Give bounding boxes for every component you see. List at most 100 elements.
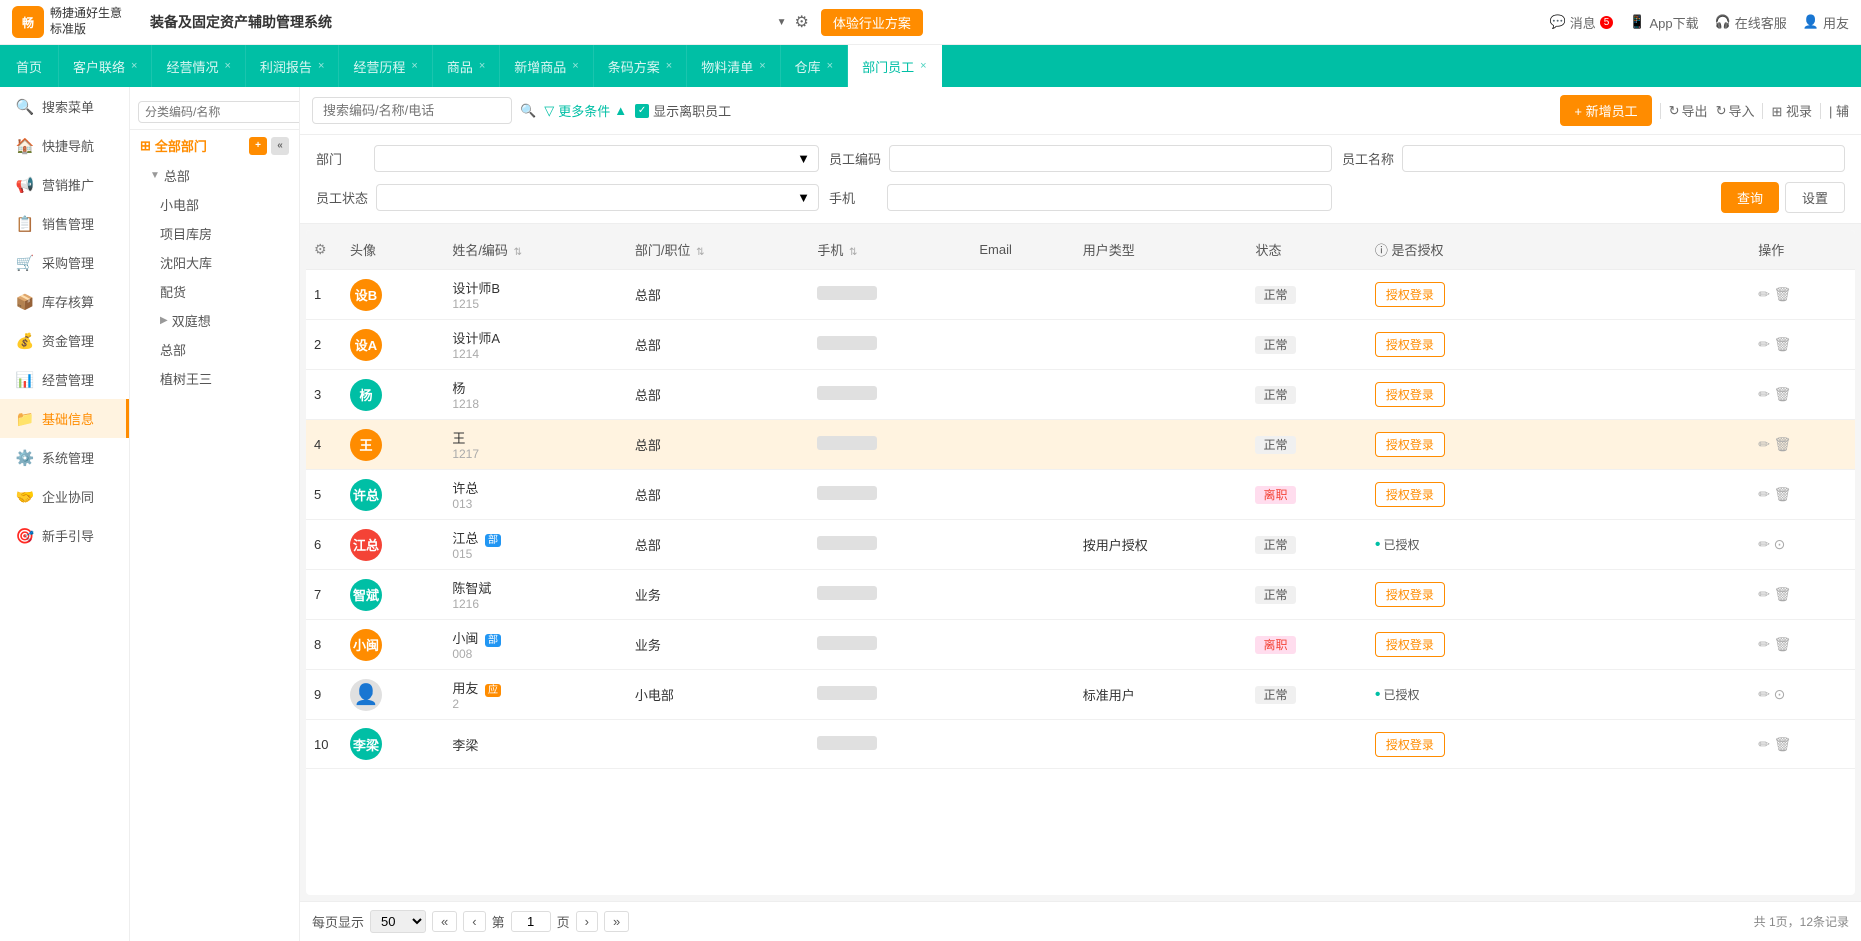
sidebar-item-finance[interactable]: 💰 资金管理: [0, 321, 129, 360]
edit-button[interactable]: ✏: [1758, 636, 1770, 653]
edit-button[interactable]: ✏: [1758, 286, 1770, 303]
phone-input[interactable]: [887, 184, 1332, 211]
message-action[interactable]: 💬 消息 5: [1550, 13, 1614, 32]
sidebar-item-purchase[interactable]: 🛒 采购管理: [0, 243, 129, 282]
tab-goods[interactable]: 商品 ×: [433, 45, 500, 87]
user-action[interactable]: 👤 用友: [1803, 13, 1849, 32]
emp-name-input[interactable]: [1402, 145, 1845, 172]
tab-business[interactable]: 经营情况 ×: [152, 45, 245, 87]
auth-button[interactable]: 授权登录: [1375, 432, 1445, 457]
close-icon[interactable]: ×: [572, 60, 578, 72]
emp-code-input[interactable]: [889, 145, 1332, 172]
add-employee-button[interactable]: + 新增员工: [1560, 95, 1651, 126]
sidebar-item-marketing[interactable]: 📢 营销推广: [0, 165, 129, 204]
tab-process[interactable]: 经营历程 ×: [339, 45, 432, 87]
dept-node-peihuo[interactable]: 配货: [130, 277, 299, 306]
delete-button[interactable]: 🗑: [1774, 736, 1792, 753]
last-page-button[interactable]: »: [604, 911, 629, 932]
search-button[interactable]: 🔍: [520, 103, 536, 119]
close-icon[interactable]: ×: [827, 60, 833, 72]
tab-profit[interactable]: 利润报告 ×: [246, 45, 339, 87]
trial-button[interactable]: 体验行业方案: [821, 9, 923, 36]
dept-node-zongbu2[interactable]: 总部: [130, 335, 299, 364]
search-input[interactable]: [312, 97, 512, 124]
gear-icon[interactable]: ⚙: [795, 12, 809, 32]
settings-icon[interactable]: ⚙: [314, 241, 327, 257]
dept-node-zhishu[interactable]: 植树王三: [130, 364, 299, 393]
edit-button[interactable]: ✏: [1758, 436, 1770, 453]
page-input[interactable]: [511, 911, 551, 932]
dept-node-shuangting[interactable]: ▶ 双庭想: [130, 306, 299, 335]
col-name[interactable]: 姓名/编码 ⇅: [444, 230, 627, 270]
auth-button[interactable]: 授权登录: [1375, 382, 1445, 407]
col-settings[interactable]: ⚙: [306, 230, 342, 270]
dept-node-project[interactable]: 项目库房: [130, 219, 299, 248]
edit-button[interactable]: ✏: [1758, 386, 1770, 403]
edit-button[interactable]: ✏: [1758, 486, 1770, 503]
close-icon[interactable]: ×: [224, 60, 230, 72]
tab-warehouse[interactable]: 仓库 ×: [781, 45, 848, 87]
col-phone[interactable]: 手机 ⇅: [809, 230, 971, 270]
dept-add-icon[interactable]: +: [249, 137, 267, 155]
tab-new-goods[interactable]: 新增商品 ×: [500, 45, 593, 87]
status-select[interactable]: ▼: [376, 184, 819, 211]
copy-button[interactable]: ⊙: [1774, 536, 1786, 553]
more-filter-button[interactable]: ▽ 更多条件 ▲: [544, 101, 627, 120]
edit-button[interactable]: ✏: [1758, 586, 1770, 603]
close-icon[interactable]: ×: [131, 60, 137, 72]
auth-button[interactable]: 授权登录: [1375, 332, 1445, 357]
set-button[interactable]: 设置: [1785, 182, 1845, 213]
edit-button[interactable]: ✏: [1758, 686, 1770, 703]
close-icon[interactable]: ×: [666, 60, 672, 72]
delete-button[interactable]: 🗑: [1774, 386, 1792, 403]
delete-button[interactable]: 🗑: [1774, 286, 1792, 303]
tab-home[interactable]: 首页: [0, 45, 59, 87]
online-service-action[interactable]: 🎧 在线客服: [1715, 13, 1787, 32]
edit-button[interactable]: ✏: [1758, 736, 1770, 753]
close-icon[interactable]: ×: [920, 60, 926, 72]
auth-button[interactable]: 授权登录: [1375, 732, 1445, 757]
col-dept[interactable]: 部门/职位 ⇅: [627, 230, 810, 270]
delete-button[interactable]: 🗑: [1774, 586, 1792, 603]
extra-button[interactable]: | 辅: [1829, 101, 1849, 120]
close-icon[interactable]: ×: [411, 60, 417, 72]
edit-button[interactable]: ✏: [1758, 536, 1770, 553]
sidebar-item-guide[interactable]: 🎯 新手引导: [0, 516, 129, 555]
dept-collapse-icon[interactable]: «: [271, 137, 289, 155]
edit-button[interactable]: ✏: [1758, 336, 1770, 353]
sidebar-item-search[interactable]: 🔍 搜索菜单: [0, 87, 129, 126]
delete-button[interactable]: 🗑: [1774, 486, 1792, 503]
sidebar-item-nav[interactable]: 🏠 快捷导航: [0, 126, 129, 165]
close-icon[interactable]: ×: [759, 60, 765, 72]
next-page-button[interactable]: ›: [576, 911, 598, 932]
delete-button[interactable]: 🗑: [1774, 336, 1792, 353]
dept-node-shenyang[interactable]: 沈阳大库: [130, 248, 299, 277]
delete-button[interactable]: 🗑: [1774, 636, 1792, 653]
dept-node-zongbu[interactable]: ▼ 总部: [130, 161, 299, 190]
tab-customer[interactable]: 客户联络 ×: [59, 45, 152, 87]
auth-button[interactable]: 授权登录: [1375, 632, 1445, 657]
show-resigned-check[interactable]: ✓ 显示离职员工: [635, 101, 731, 120]
tab-barcode[interactable]: 条码方案 ×: [594, 45, 687, 87]
tab-staff[interactable]: 部门员工 ×: [848, 45, 941, 87]
app-download-action[interactable]: 📱 App下载: [1629, 13, 1698, 32]
sidebar-item-inventory[interactable]: 📦 库存核算: [0, 282, 129, 321]
import-button[interactable]: ↻ 导入: [1716, 101, 1755, 120]
export-button[interactable]: ↻ 导出: [1669, 101, 1708, 120]
sidebar-item-system[interactable]: ⚙️ 系统管理: [0, 438, 129, 477]
sidebar-item-basic[interactable]: 📁 基础信息: [0, 399, 129, 438]
sidebar-item-sales[interactable]: 📋 销售管理: [0, 204, 129, 243]
system-title-arrow[interactable]: ▼: [777, 17, 787, 28]
tab-bom[interactable]: 物料清单 ×: [687, 45, 780, 87]
delete-button[interactable]: 🗑: [1774, 436, 1792, 453]
auth-button[interactable]: 授权登录: [1375, 282, 1445, 307]
sidebar-item-collab[interactable]: 🤝 企业协同: [0, 477, 129, 516]
view-button[interactable]: ⊞ 视录: [1771, 101, 1812, 120]
dept-search-input[interactable]: [138, 101, 300, 123]
close-icon[interactable]: ×: [318, 60, 324, 72]
copy-button[interactable]: ⊙: [1774, 686, 1786, 703]
first-page-button[interactable]: «: [432, 911, 457, 932]
auth-button[interactable]: 授权登录: [1375, 582, 1445, 607]
dept-node-xiaodian[interactable]: 小电部: [130, 190, 299, 219]
query-button[interactable]: 查询: [1721, 182, 1779, 213]
